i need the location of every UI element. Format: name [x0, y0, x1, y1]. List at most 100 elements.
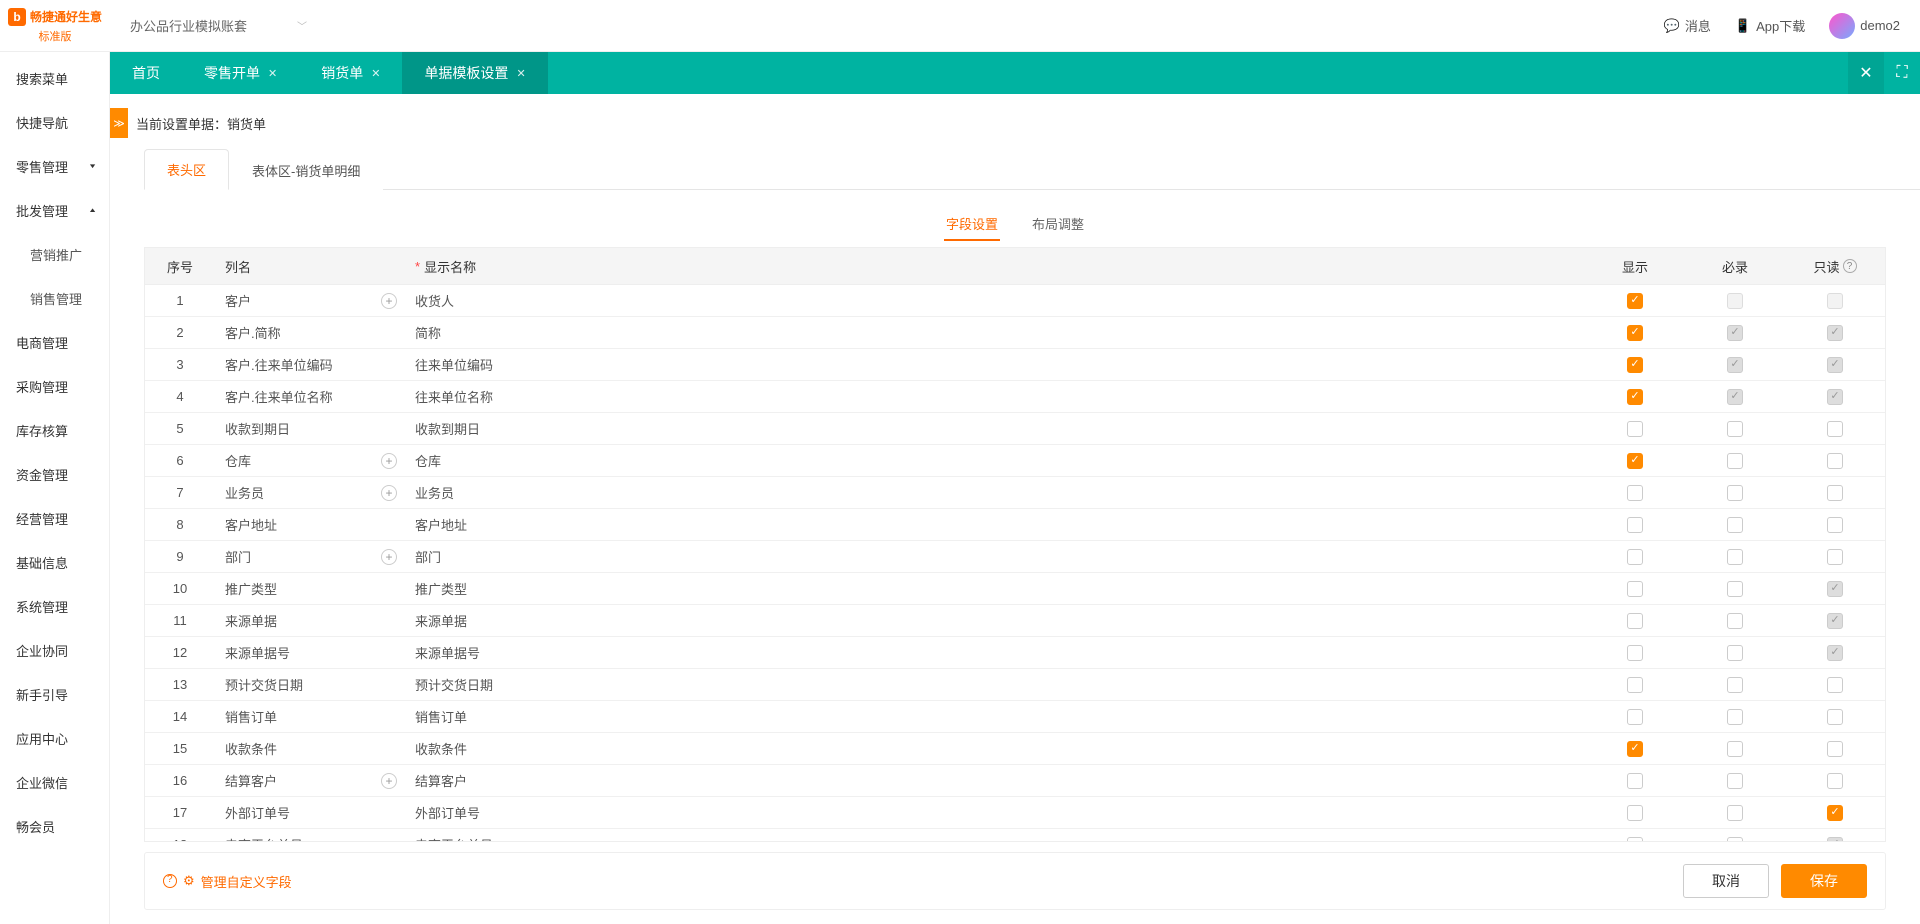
checkbox[interactable] [1727, 421, 1743, 437]
expand-plus-icon[interactable]: + [381, 549, 397, 565]
sidebar-item-15[interactable]: 应用中心 [0, 716, 109, 760]
cancel-button[interactable]: 取消 [1683, 864, 1769, 898]
checkbox[interactable] [1627, 325, 1643, 341]
close-icon[interactable]: ✕ [371, 67, 380, 80]
sidebar-item-6[interactable]: 电商管理 [0, 320, 109, 364]
checkbox[interactable] [1827, 709, 1843, 725]
sub-tab-0[interactable]: 字段设置 [944, 208, 1000, 241]
checkbox[interactable] [1727, 709, 1743, 725]
cell-display-name[interactable]: 业务员 [405, 483, 1585, 502]
checkbox[interactable] [1727, 517, 1743, 533]
tab-0[interactable]: 首页 [110, 52, 182, 94]
cell-display-name[interactable]: 收款到期日 [405, 419, 1585, 438]
help-icon[interactable]: ? [1843, 259, 1857, 273]
section-tab-1[interactable]: 表体区-销货单明细 [229, 150, 383, 190]
checkbox[interactable] [1627, 645, 1643, 661]
messages-button[interactable]: 💬 消息 [1664, 16, 1711, 35]
sidebar-item-3[interactable]: 批发管理▲ [0, 188, 109, 232]
fullscreen-button[interactable]: ⛶ [1884, 52, 1920, 94]
manage-custom-fields-link[interactable]: ⚙ 管理自定义字段 [163, 872, 292, 891]
cell-display-name[interactable]: 销售订单 [405, 707, 1585, 726]
checkbox[interactable] [1827, 677, 1843, 693]
checkbox[interactable] [1827, 549, 1843, 565]
sidebar-item-1[interactable]: 快捷导航 [0, 100, 109, 144]
cell-display-name[interactable]: 部门 [405, 547, 1585, 566]
sidebar-item-7[interactable]: 采购管理 [0, 364, 109, 408]
expand-plus-icon[interactable]: + [381, 485, 397, 501]
checkbox[interactable] [1627, 357, 1643, 373]
cell-display-name[interactable]: 收款条件 [405, 739, 1585, 758]
sidebar-item-9[interactable]: 资金管理 [0, 452, 109, 496]
sidebar-item-14[interactable]: 新手引导 [0, 672, 109, 716]
expand-plus-icon[interactable]: + [381, 453, 397, 469]
checkbox[interactable] [1827, 421, 1843, 437]
sidebar-item-12[interactable]: 系统管理 [0, 584, 109, 628]
checkbox[interactable] [1627, 453, 1643, 469]
checkbox[interactable] [1827, 741, 1843, 757]
cell-display-name[interactable]: 外部订单号 [405, 803, 1585, 822]
cell-display-name[interactable]: 往来单位编码 [405, 355, 1585, 374]
sub-tab-1[interactable]: 布局调整 [1030, 208, 1086, 241]
sidebar-item-16[interactable]: 企业微信 [0, 760, 109, 804]
checkbox[interactable] [1627, 677, 1643, 693]
checkbox[interactable] [1727, 485, 1743, 501]
checkbox[interactable] [1827, 773, 1843, 789]
checkbox[interactable] [1727, 645, 1743, 661]
close-icon[interactable]: ✕ [268, 67, 277, 80]
checkbox[interactable] [1627, 837, 1643, 843]
sidebar-item-13[interactable]: 企业协同 [0, 628, 109, 672]
checkbox[interactable] [1627, 517, 1643, 533]
checkbox[interactable] [1727, 741, 1743, 757]
tab-2[interactable]: 销货单✕ [299, 52, 402, 94]
section-tab-0[interactable]: 表头区 [144, 149, 229, 190]
account-selector[interactable]: 办公品行业模拟账套 ﹀ [130, 16, 307, 35]
cell-display-name[interactable]: 简称 [405, 323, 1585, 342]
cell-display-name[interactable]: 来源单据号 [405, 643, 1585, 662]
checkbox[interactable] [1827, 485, 1843, 501]
checkbox[interactable] [1727, 613, 1743, 629]
cell-display-name[interactable]: 来源单据 [405, 611, 1585, 630]
checkbox[interactable] [1627, 805, 1643, 821]
app-download-button[interactable]: 📱 App下载 [1735, 16, 1805, 35]
checkbox[interactable] [1627, 389, 1643, 405]
sidebar-item-17[interactable]: 畅会员 [0, 804, 109, 848]
checkbox[interactable] [1627, 549, 1643, 565]
sidebar-item-5[interactable]: 销售管理 [0, 276, 109, 320]
checkbox[interactable] [1727, 549, 1743, 565]
cell-display-name[interactable]: 往来单位名称 [405, 387, 1585, 406]
table-body[interactable]: 1客户+收货人2客户.简称简称3客户.往来单位编码往来单位编码4客户.往来单位名… [144, 285, 1886, 842]
checkbox[interactable] [1627, 613, 1643, 629]
close-all-tabs-button[interactable]: ✕ [1848, 52, 1884, 94]
user-menu[interactable]: demo2 [1829, 13, 1900, 39]
checkbox[interactable] [1627, 709, 1643, 725]
tab-3[interactable]: 单据模板设置✕ [402, 52, 547, 94]
sidebar-item-2[interactable]: 零售管理▼ [0, 144, 109, 188]
checkbox[interactable] [1827, 517, 1843, 533]
close-icon[interactable]: ✕ [516, 67, 525, 80]
tab-1[interactable]: 零售开单✕ [182, 52, 299, 94]
checkbox[interactable] [1627, 421, 1643, 437]
cell-display-name[interactable]: 结算客户 [405, 771, 1585, 790]
sidebar-item-0[interactable]: 搜索菜单 [0, 56, 109, 100]
sidebar-item-11[interactable]: 基础信息 [0, 540, 109, 584]
checkbox[interactable] [1627, 581, 1643, 597]
cell-display-name[interactable]: 电商平台单号 [405, 835, 1585, 842]
sidebar-item-4[interactable]: 营销推广 [0, 232, 109, 276]
checkbox[interactable] [1727, 677, 1743, 693]
checkbox[interactable] [1627, 485, 1643, 501]
checkbox[interactable] [1827, 805, 1843, 821]
cell-display-name[interactable]: 收货人 [405, 291, 1585, 310]
checkbox[interactable] [1727, 581, 1743, 597]
cell-display-name[interactable]: 预计交货日期 [405, 675, 1585, 694]
checkbox[interactable] [1727, 453, 1743, 469]
expand-plus-icon[interactable]: + [381, 293, 397, 309]
checkbox[interactable] [1627, 741, 1643, 757]
checkbox[interactable] [1627, 293, 1643, 309]
checkbox[interactable] [1727, 805, 1743, 821]
checkbox[interactable] [1727, 837, 1743, 843]
checkbox[interactable] [1827, 453, 1843, 469]
checkbox[interactable] [1627, 773, 1643, 789]
cell-display-name[interactable]: 仓库 [405, 451, 1585, 470]
sidebar-item-8[interactable]: 库存核算 [0, 408, 109, 452]
expand-plus-icon[interactable]: + [381, 773, 397, 789]
